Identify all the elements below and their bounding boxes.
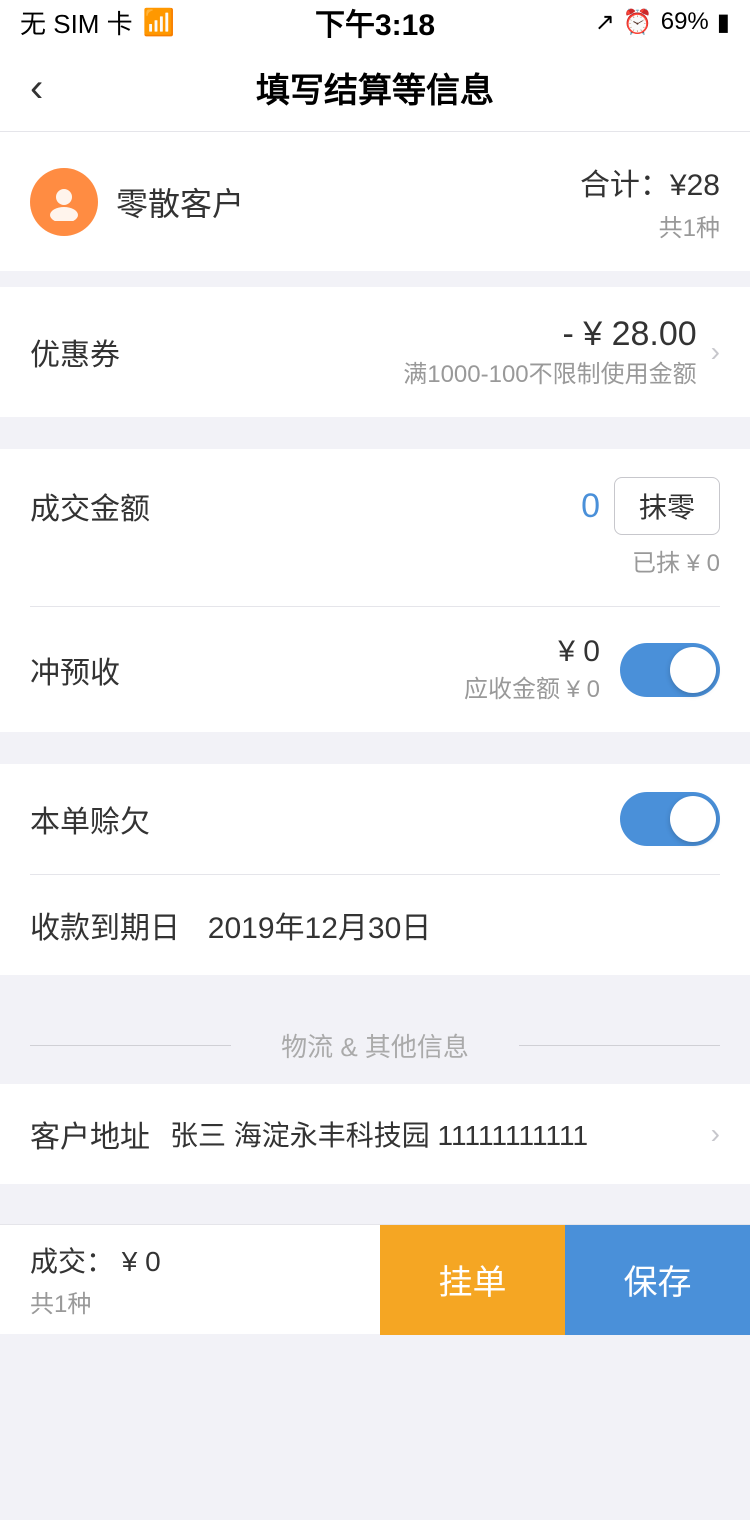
amount-header: 成交金额 抹零 (30, 477, 720, 535)
customer-card: 零散客户 合计：¥28 共1种 (0, 132, 750, 271)
section-separator-1 (0, 433, 750, 449)
deal-amount-label: 成交金额 (30, 484, 150, 528)
status-left: 无 SIM 卡 📶 (20, 4, 175, 41)
bottom-deal-amount: ¥ 0 (122, 1246, 161, 1277)
amount-right: 抹零 (520, 477, 720, 535)
deal-amount-row: 成交金额 抹零 已抹 ¥ 0 (0, 449, 750, 606)
deal-amount-card: 成交金额 抹零 已抹 ¥ 0 冲预收 ¥ 0 应收金额 ¥ 0 (0, 449, 750, 732)
status-bar: 无 SIM 卡 📶 下午3:18 ↗ ⏰ 69% ▮ (0, 0, 750, 44)
carrier-text: 无 SIM 卡 (20, 4, 133, 41)
logistics-label: 物流 & 其他信息 (281, 1027, 469, 1064)
battery-text: 69% (661, 8, 709, 36)
total-amount: 合计：¥28 (580, 160, 720, 204)
bottom-count: 共1种 (30, 1284, 350, 1319)
coupon-card: 优惠券 - ¥ 28.00 满1000-100不限制使用金额 › (0, 287, 750, 417)
pre-receive-amount: ¥ 0 (464, 635, 600, 669)
due-date-value: 2019年12月30日 (208, 912, 431, 945)
customer-left: 零散客户 (30, 168, 244, 236)
customer-name: 零散客户 (116, 179, 244, 225)
address-chevron-icon: › (711, 1118, 720, 1150)
section-separator-2 (0, 748, 750, 764)
address-value: 张三 海淀永丰科技园 11111111111 (170, 1114, 711, 1154)
status-time: 下午3:18 (315, 0, 435, 44)
chevron-right-icon: › (711, 336, 720, 368)
due-date-row: 收款到期日 2019年12月30日 (0, 875, 750, 975)
customer-row: 零散客户 合计：¥28 共1种 (0, 132, 750, 271)
location-icon: ↗ (595, 8, 615, 37)
address-row[interactable]: 客户地址 张三 海淀永丰科技园 11111111111 › (0, 1084, 750, 1184)
alarm-icon: ⏰ (623, 8, 653, 37)
bottom-bar: 成交： ¥ 0 共1种 挂单 保存 (0, 1224, 750, 1334)
bottom-summary: 成交： ¥ 0 共1种 (0, 1240, 380, 1319)
back-button[interactable]: ‹ (30, 68, 43, 108)
pre-receive-right: ¥ 0 应收金额 ¥ 0 (464, 635, 720, 704)
logistics-section-header: 物流 & 其他信息 (0, 1007, 750, 1084)
coupon-value-block: - ¥ 28.00 满1000-100不限制使用金额 (403, 315, 696, 389)
debt-toggle[interactable] (620, 792, 720, 846)
address-card: 客户地址 张三 海淀永丰科技园 11111111111 › (0, 1084, 750, 1184)
nav-bar: ‹ 填写结算等信息 (0, 44, 750, 132)
customer-summary: 合计：¥28 共1种 (580, 160, 720, 243)
bottom-deal-label: 成交： (30, 1246, 114, 1277)
pre-amount-block: ¥ 0 应收金额 ¥ 0 (464, 635, 600, 704)
section-separator-3 (0, 991, 750, 1007)
save-button[interactable]: 保存 (565, 1225, 750, 1335)
coupon-label: 优惠券 (30, 330, 120, 374)
battery-icon: ▮ (717, 8, 730, 37)
bottom-deal-line: 成交： ¥ 0 (30, 1240, 350, 1280)
avatar (30, 168, 98, 236)
due-date-label: 收款到期日 (30, 912, 180, 945)
pre-receive-row: 冲预收 ¥ 0 应收金额 ¥ 0 (0, 607, 750, 732)
page-title: 填写结算等信息 (256, 63, 494, 112)
status-right: ↗ ⏰ 69% ▮ (595, 8, 730, 37)
coupon-row[interactable]: 优惠券 - ¥ 28.00 满1000-100不限制使用金额 › (0, 287, 750, 417)
debt-card: 本单赊欠 收款到期日 2019年12月30日 (0, 764, 750, 975)
debt-row: 本单赊欠 (0, 764, 750, 874)
debt-toggle-thumb (670, 796, 716, 842)
pre-receive-toggle[interactable] (620, 643, 720, 697)
hold-button[interactable]: 挂单 (380, 1225, 565, 1335)
wifi-icon: 📶 (143, 7, 175, 38)
deal-amount-input[interactable] (520, 487, 600, 526)
deal-amount-sub: 已抹 ¥ 0 (30, 543, 720, 578)
round-button[interactable]: 抹零 (614, 477, 720, 535)
pre-receive-label: 冲预收 (30, 648, 120, 692)
toggle-thumb (670, 647, 716, 693)
coupon-discount-desc: 满1000-100不限制使用金额 (403, 354, 696, 389)
pre-receive-sub: 应收金额 ¥ 0 (464, 669, 600, 704)
coupon-discount-amount: - ¥ 28.00 (403, 315, 696, 354)
address-label: 客户地址 (30, 1112, 150, 1156)
logistics-line-left (30, 1045, 231, 1046)
debt-label: 本单赊欠 (30, 797, 150, 841)
total-count: 共1种 (580, 208, 720, 243)
coupon-right: - ¥ 28.00 满1000-100不限制使用金额 › (403, 315, 720, 389)
logistics-line-right (519, 1045, 720, 1046)
